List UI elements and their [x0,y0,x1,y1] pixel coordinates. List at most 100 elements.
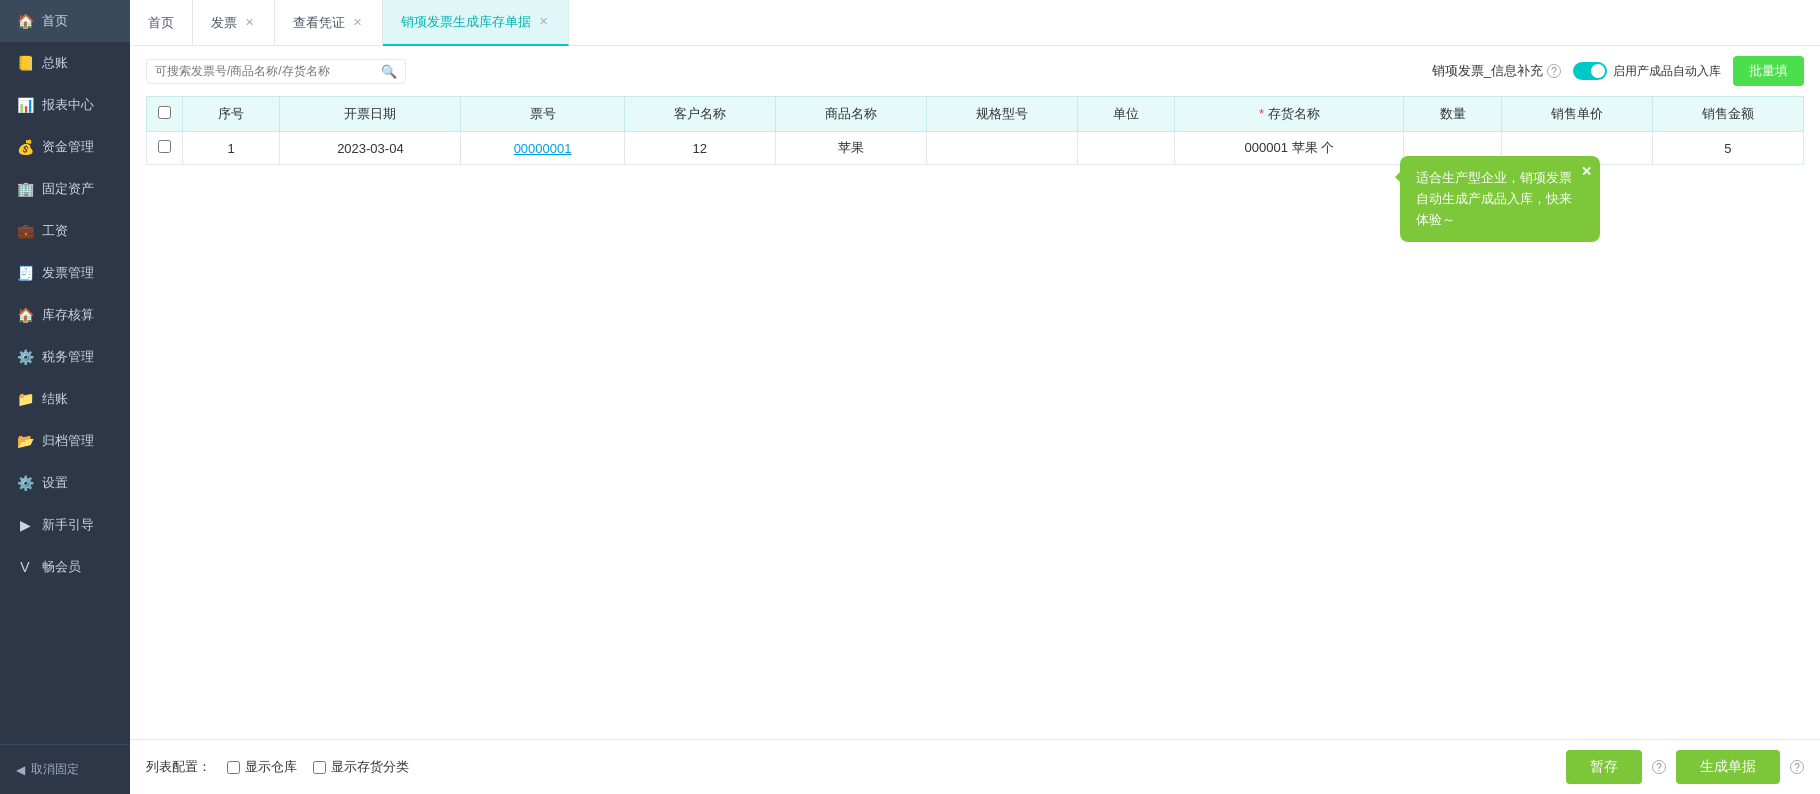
sidebar-item-label: 结账 [42,390,68,408]
tab-cancel-invoice-label: 销项发票生成库存单据 [401,13,531,31]
info-help-icon[interactable]: ? [1547,64,1561,78]
sidebar-item-label: 报表中心 [42,96,94,114]
th-unit-price: 销售单价 [1501,97,1652,132]
table-header-row: 序号 开票日期 票号 客户名称 商品名称 规格型号 单位 存货名称 数量 销售单… [147,97,1804,132]
toggle-wrap: 启用产成品自动入库 [1573,62,1721,80]
bottom-bar: 列表配置： 显示仓库 显示存货分类 暂存 ? 生成单据 ? [130,739,1820,794]
save-button[interactable]: 暂存 [1566,750,1642,784]
batch-fill-button[interactable]: 批量填 [1733,56,1804,86]
th-number: 票号 [461,97,624,132]
config-label: 列表配置： [146,758,211,776]
row-checkbox[interactable] [158,140,171,153]
show-warehouse-text: 显示仓库 [245,758,297,776]
sidebar-item-settings[interactable]: ⚙️ 设置 [0,462,130,504]
tab-home[interactable]: 首页 [130,0,193,46]
closing-icon: 📁 [16,391,34,407]
th-customer: 客户名称 [624,97,775,132]
unpin-label: 取消固定 [31,761,79,778]
generate-button[interactable]: 生成单据 [1676,750,1780,784]
unpin-button[interactable]: ◀ 取消固定 [0,753,130,786]
tab-cancel-invoice[interactable]: 销项发票生成库存单据 ✕ [383,0,569,46]
funds-icon: 💰 [16,139,34,155]
sidebar-item-vip[interactable]: V 畅会员 [0,546,130,588]
row-amount: 5 [1652,132,1803,165]
tab-home-label: 首页 [148,14,174,32]
tooltip-close-button[interactable]: ✕ [1581,162,1592,183]
toggle-knob [1591,64,1605,78]
sidebar-item-payroll[interactable]: 💼 工资 [0,210,130,252]
row-seq: 1 [183,132,280,165]
th-date: 开票日期 [280,97,461,132]
reports-icon: 📊 [16,97,34,113]
pin-icon: ◀ [16,763,25,777]
tooltip-bubble: ✕ 适合生产型企业，销项发票自动生成产成品入库，快来体验～ [1400,156,1600,242]
tab-invoice-label: 发票 [211,14,237,32]
tab-view-voucher-close[interactable]: ✕ [351,14,364,31]
toolbar-right: 销项发票_信息补充 ? 启用产成品自动入库 批量填 [1432,56,1804,86]
sidebar-item-label: 发票管理 [42,264,94,282]
content-area: 🔍 销项发票_信息补充 ? 启用产成品自动入库 批量填 [130,46,1820,794]
show-warehouse-label[interactable]: 显示仓库 [227,758,297,776]
sidebar-item-home[interactable]: 🏠 首页 [0,0,130,42]
sidebar-item-label: 归档管理 [42,432,94,450]
sidebar-item-archive[interactable]: 📂 归档管理 [0,420,130,462]
sidebar-item-invoice-mgmt[interactable]: 🧾 发票管理 [0,252,130,294]
th-unit: 单位 [1078,97,1175,132]
th-amount: 销售金额 [1652,97,1803,132]
generate-help-icon[interactable]: ? [1790,760,1804,774]
tab-view-voucher[interactable]: 查看凭证 ✕ [275,0,383,46]
sidebar-item-label: 工资 [42,222,68,240]
row-number: 00000001 [461,132,624,165]
th-checkbox [147,97,183,132]
info-label-text: 销项发票_信息补充 [1432,62,1543,80]
sidebar-item-label: 畅会员 [42,558,81,576]
sidebar-item-ledger[interactable]: 📒 总账 [0,42,130,84]
tab-bar: 首页 发票 ✕ 查看凭证 ✕ 销项发票生成库存单据 ✕ [130,0,1820,46]
save-help-icon[interactable]: ? [1652,760,1666,774]
show-warehouse-checkbox[interactable] [227,761,240,774]
toolbar: 🔍 销项发票_信息补充 ? 启用产成品自动入库 批量填 [130,46,1820,96]
info-label-wrap: 销项发票_信息补充 ? [1432,62,1561,80]
assets-icon: 🏢 [16,181,34,197]
settings-icon: ⚙️ [16,475,34,491]
th-spec: 规格型号 [926,97,1077,132]
sidebar-item-tax[interactable]: ⚙️ 税务管理 [0,336,130,378]
tax-icon: ⚙️ [16,349,34,365]
search-input[interactable] [155,64,381,78]
main-area: 首页 发票 ✕ 查看凭证 ✕ 销项发票生成库存单据 ✕ 🔍 销项发票_信息补充 [130,0,1820,794]
show-category-checkbox[interactable] [313,761,326,774]
toggle-label: 启用产成品自动入库 [1613,63,1721,80]
payroll-icon: 💼 [16,223,34,239]
row-checkbox-cell [147,132,183,165]
tab-view-voucher-label: 查看凭证 [293,14,345,32]
tab-invoice[interactable]: 发票 ✕ [193,0,275,46]
sidebar-item-label: 设置 [42,474,68,492]
sidebar-item-label: 税务管理 [42,348,94,366]
sidebar-item-reports[interactable]: 📊 报表中心 [0,84,130,126]
sidebar-item-label: 新手引导 [42,516,94,534]
row-date: 2023-03-04 [280,132,461,165]
auto-inbound-toggle[interactable] [1573,62,1607,80]
sidebar-item-label: 固定资产 [42,180,94,198]
search-box[interactable]: 🔍 [146,59,406,84]
vip-icon: V [16,559,34,575]
sidebar-item-closing[interactable]: 📁 结账 [0,378,130,420]
sidebar-item-assets[interactable]: 🏢 固定资产 [0,168,130,210]
bottom-actions: 暂存 ? 生成单据 ? [1566,750,1804,784]
sidebar-item-funds[interactable]: 💰 资金管理 [0,126,130,168]
sidebar: 🏠 首页 📒 总账 📊 报表中心 💰 资金管理 🏢 固定资产 💼 工资 🧾 发票… [0,0,130,794]
show-category-label[interactable]: 显示存货分类 [313,758,409,776]
row-customer: 12 [624,132,775,165]
main-table: 序号 开票日期 票号 客户名称 商品名称 规格型号 单位 存货名称 数量 销售单… [146,96,1804,165]
tab-cancel-invoice-close[interactable]: ✕ [537,13,550,30]
ledger-icon: 📒 [16,55,34,71]
tab-invoice-close[interactable]: ✕ [243,14,256,31]
th-inventory: 存货名称 [1175,97,1404,132]
sidebar-item-inventory[interactable]: 🏠 库存核算 [0,294,130,336]
th-quantity: 数量 [1404,97,1501,132]
sidebar-item-guide[interactable]: ▶ 新手引导 [0,504,130,546]
sidebar-item-label: 库存核算 [42,306,94,324]
row-unit [1078,132,1175,165]
show-category-text: 显示存货分类 [331,758,409,776]
select-all-checkbox[interactable] [158,106,171,119]
